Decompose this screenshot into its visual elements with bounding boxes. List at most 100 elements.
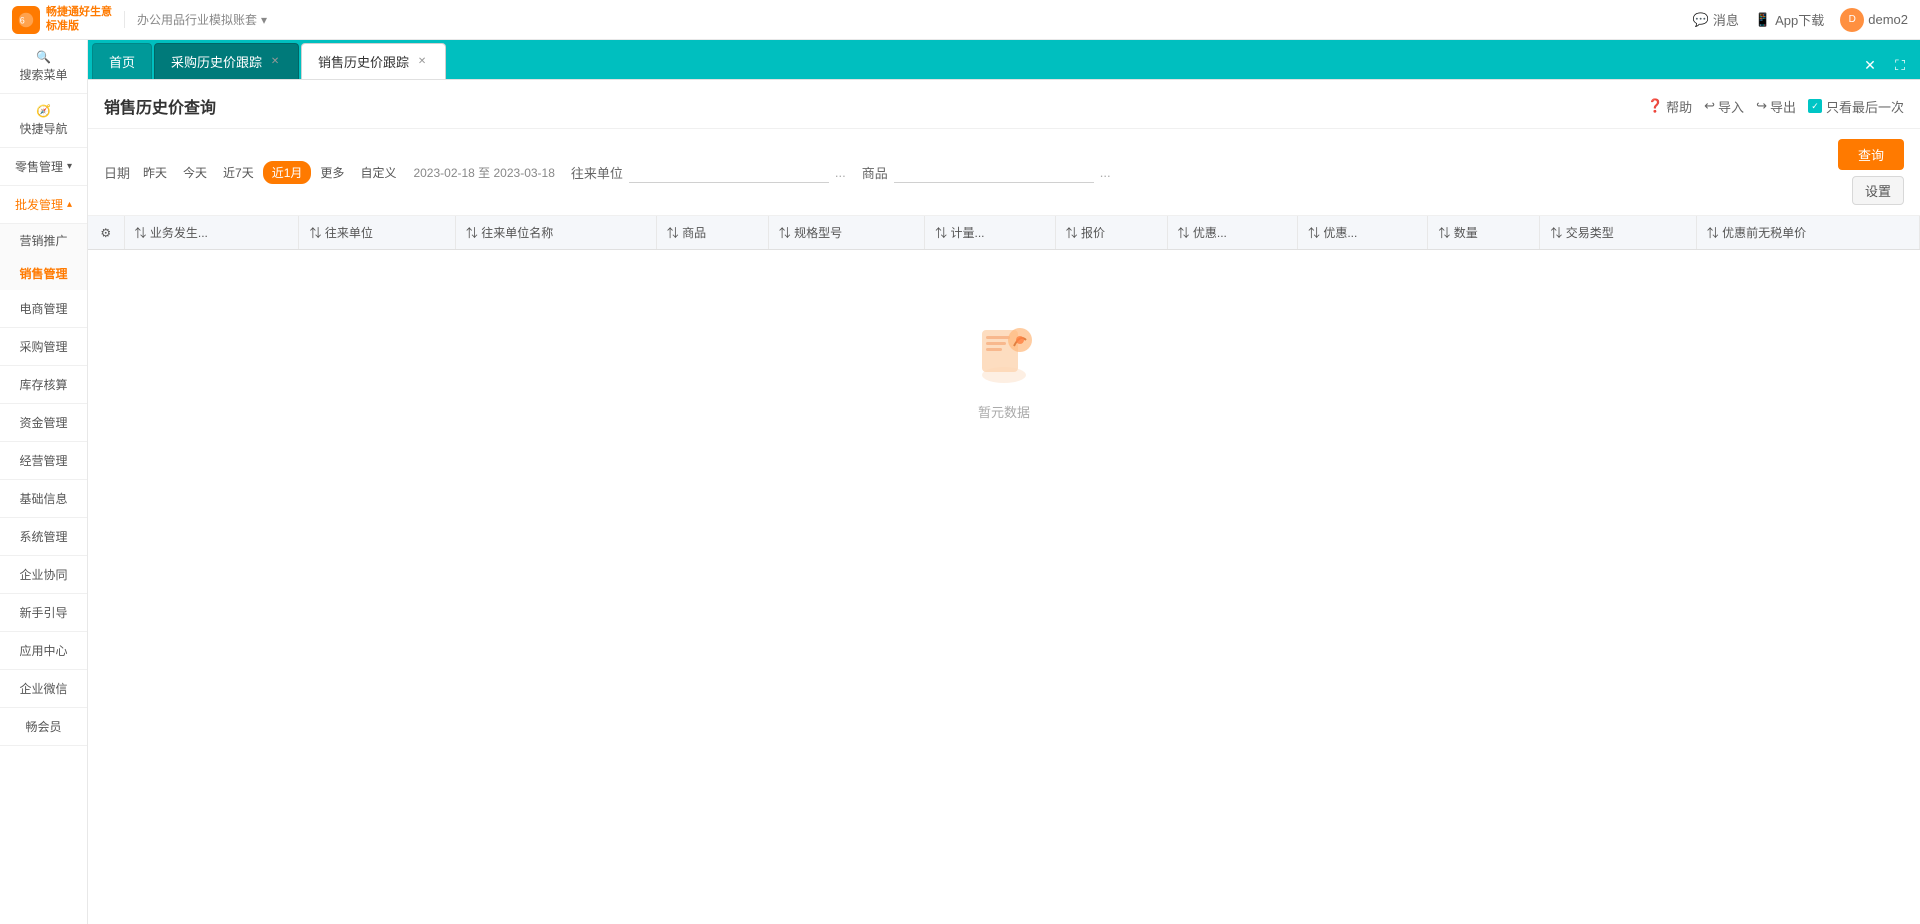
sort-icon: ⇅ [779,226,791,240]
top-bar: 6 畅捷通好生意 标准版 办公用品行业模拟账套 ▾ 💬 消息 📱 App下载 D… [0,0,1920,40]
table-col-quantity[interactable]: ⇅ 数量 [1428,216,1540,250]
table-col-partner-name[interactable]: ⇅ 往来单位名称 [455,216,656,250]
tab-sales-history-close[interactable]: ✕ [415,55,429,69]
user-menu[interactable]: D demo2 [1840,8,1908,32]
table-col-biz-date[interactable]: ⇅ 业务发生... [124,216,299,250]
date-btn-yesterday[interactable]: 昨天 [136,161,174,184]
sort-icon: ⇅ [135,226,147,240]
tab-bar-actions: ✕ ⛶ [1858,53,1920,79]
tab-bar: 首页 采购历史价跟踪 ✕ 销售历史价跟踪 ✕ ✕ ⛶ [88,40,1920,80]
sort-icon: ⇅ [466,226,478,240]
sidebar-item-operations[interactable]: 经营管理 [0,442,87,480]
import-button[interactable]: ↩ 导入 [1704,97,1744,116]
empty-state: 暂元数据 [88,250,1920,481]
table-col-product[interactable]: ⇅ 商品 [656,216,768,250]
tab-purchase-history-close[interactable]: ✕ [268,55,282,69]
tab-purchase-history[interactable]: 采购历史价跟踪 ✕ [154,43,299,79]
sidebar-item-sales-mgmt[interactable]: 销售管理 [0,257,87,290]
sort-icon: ⇅ [1178,226,1190,240]
empty-icon [964,310,1044,390]
partner-filter-label: 往来单位 [571,163,623,182]
product-filter-input[interactable] [894,161,1094,183]
sort-icon: ⇅ [309,226,321,240]
sort-icon: ⇅ [1308,226,1320,240]
date-range-text: 2023-02-18 至 2023-03-18 [413,164,554,181]
table-col-pre-tax-price[interactable]: ⇅ 优惠前无税单价 [1696,216,1919,250]
sidebar-item-system[interactable]: 系统管理 [0,518,87,556]
sort-icon: ⇅ [1438,226,1450,240]
sidebar-item-ecommerce[interactable]: 电商管理 [0,290,87,328]
main-layout: 🔍 搜索菜单 🧭 快捷导航 零售管理 ▾ 批发管理 ▴ 营销推广 销售管理 电商… [0,40,1920,924]
export-button[interactable]: ↪ 导出 [1756,97,1796,116]
sidebar-item-wechat[interactable]: 企业微信 [0,670,87,708]
sidebar-item-marketing[interactable]: 营销推广 [0,224,87,257]
content-area: 首页 采购历史价跟踪 ✕ 销售历史价跟踪 ✕ ✕ ⛶ 销售历史价查询 [88,40,1920,924]
show-last-only-checkbox[interactable]: 只看最后一次 [1808,97,1904,116]
chevron-down-icon: ▾ [261,13,267,27]
tab-sales-history[interactable]: 销售历史价跟踪 ✕ [301,43,446,79]
sidebar-item-member[interactable]: 畅会员 [0,708,87,746]
sort-icon: ⇅ [1550,226,1562,240]
table-col-discount1[interactable]: ⇅ 优惠... [1167,216,1297,250]
help-icon: ❓ [1647,98,1663,114]
tab-home[interactable]: 首页 [92,43,152,79]
partner-filter-dots: ... [835,165,846,180]
table-col-gear[interactable]: ⚙ [88,216,124,250]
product-filter-group: 商品 ... [862,161,1111,183]
logo-icon: 6 [12,6,40,34]
gear-icon: ⚙ [100,226,111,240]
export-icon: ↪ [1756,98,1767,114]
product-filter-label: 商品 [862,163,888,182]
page-title: 销售历史价查询 [104,94,216,118]
tab-maximize-button[interactable]: ⛶ [1888,53,1912,77]
sidebar-item-search[interactable]: 🔍 搜索菜单 [0,40,87,94]
app-download-button[interactable]: 📱 App下载 [1755,10,1824,29]
date-filter-label: 日期 [104,163,130,182]
sidebar-item-purchase[interactable]: 采购管理 [0,328,87,366]
chevron-down-icon: ▴ [67,199,72,210]
date-btn-more[interactable]: 更多 [313,161,351,184]
sidebar-item-enterprise[interactable]: 企业协同 [0,556,87,594]
page-header: 销售历史价查询 ❓ 帮助 ↩ 导入 ↪ 导出 [88,80,1920,129]
app-selector[interactable]: 办公用品行业模拟账套 ▾ [124,11,267,28]
help-button[interactable]: ❓ 帮助 [1647,97,1692,116]
partner-filter-input[interactable] [629,161,829,183]
chevron-right-icon: ▾ [67,161,72,172]
filter-area: 日期 昨天 今天 近7天 近1月 更多 自定义 2023-02-18 至 202… [88,129,1920,216]
date-btn-last7days[interactable]: 近7天 [216,161,261,184]
date-filter-group: 日期 昨天 今天 近7天 近1月 更多 自定义 2023-02-18 至 202… [104,161,555,184]
sidebar-item-retail[interactable]: 零售管理 ▾ [0,148,87,186]
import-icon: ↩ [1704,98,1715,114]
table-col-spec[interactable]: ⇅ 规格型号 [768,216,924,250]
tab-close-all-button[interactable]: ✕ [1858,53,1882,77]
settings-button[interactable]: 设置 [1852,176,1904,205]
sidebar-item-basic-info[interactable]: 基础信息 [0,480,87,518]
sort-icon: ⇅ [1707,226,1719,240]
table-col-unit[interactable]: ⇅ 计量... [925,216,1055,250]
table-col-partner-code[interactable]: ⇅ 往来单位 [299,216,455,250]
sidebar-item-guide[interactable]: 新手引导 [0,594,87,632]
svg-text:6: 6 [20,15,25,25]
date-btn-custom[interactable]: 自定义 [353,161,403,184]
table-area: ⚙ ⇅ 业务发生... ⇅ 往来单位 ⇅ [88,216,1920,924]
download-icon: 📱 [1755,12,1771,28]
query-button[interactable]: 查询 [1838,139,1904,170]
compass-icon: 🧭 [36,104,51,118]
tab-purchase-history-label: 采购历史价跟踪 [171,52,262,71]
sidebar-item-inventory[interactable]: 库存核算 [0,366,87,404]
product-filter-dots: ... [1100,165,1111,180]
sidebar-item-quick-nav[interactable]: 🧭 快捷导航 [0,94,87,148]
message-button[interactable]: 💬 消息 [1693,10,1739,29]
table-col-trade-type[interactable]: ⇅ 交易类型 [1540,216,1696,250]
table-col-quoted-price[interactable]: ⇅ 报价 [1055,216,1167,250]
sort-icon: ⇅ [935,226,947,240]
table-col-discount2[interactable]: ⇅ 优惠... [1297,216,1427,250]
date-btn-today[interactable]: 今天 [176,161,214,184]
sidebar-item-finance[interactable]: 资金管理 [0,404,87,442]
sort-icon: ⇅ [1066,226,1078,240]
app-selector-label: 办公用品行业模拟账套 [137,11,257,28]
date-btn-last1month[interactable]: 近1月 [263,161,312,184]
sidebar-item-apps[interactable]: 应用中心 [0,632,87,670]
partner-filter-group: 往来单位 ... [571,161,846,183]
sidebar-item-wholesale[interactable]: 批发管理 ▴ [0,186,87,224]
